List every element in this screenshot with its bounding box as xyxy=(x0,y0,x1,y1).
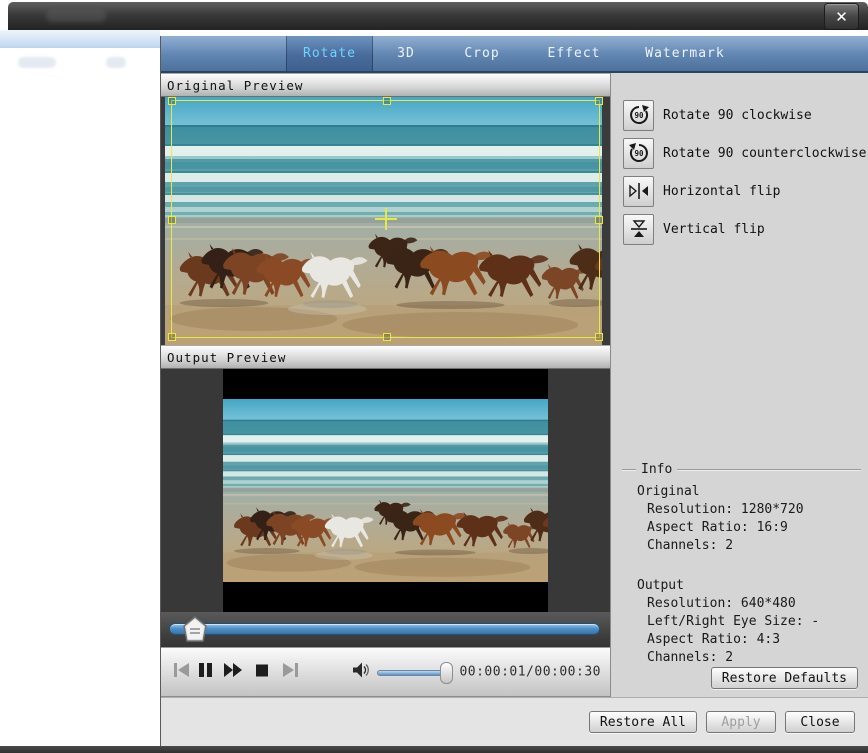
window-bottom-edge xyxy=(0,746,868,753)
crop-center-crosshair xyxy=(385,208,387,230)
seek-handle[interactable] xyxy=(182,616,208,647)
fast-forward-icon[interactable] xyxy=(223,662,243,682)
info-output-heading: Output xyxy=(611,577,868,595)
player-controls: 00:00:01/00:00:30 xyxy=(161,647,610,697)
original-preview-area xyxy=(161,97,610,345)
rotate-clockwise-icon[interactable]: 90 xyxy=(623,100,654,131)
original-preview-header: Original Preview xyxy=(161,73,610,97)
vertical-flip-label: Vertical flip xyxy=(663,222,765,237)
tab-effect[interactable]: Effect xyxy=(525,36,623,71)
rotate-counterclockwise-icon[interactable]: 90 xyxy=(623,138,654,169)
speaker-icon[interactable] xyxy=(352,662,371,683)
tab-watermark[interactable]: Watermark xyxy=(623,36,747,71)
rotate-cw-label: Rotate 90 clockwise xyxy=(663,108,812,123)
rotate-ccw-row: 90 Rotate 90 counterclockwise xyxy=(611,134,868,172)
crop-selection-box[interactable] xyxy=(171,100,600,338)
background-window-content xyxy=(18,57,56,68)
background-window-content xyxy=(106,57,126,68)
background-window xyxy=(0,30,160,746)
volume-slider-handle[interactable] xyxy=(440,662,453,684)
screen: ✕ Rotate 3D Crop Effect Watermark Origin… xyxy=(0,0,868,753)
close-button[interactable]: Close xyxy=(785,711,855,733)
info-output-channels: Channels: 2 xyxy=(611,649,868,667)
info-original-aspect: Aspect Ratio: 16:9 xyxy=(611,519,868,537)
rotate-cw-row: 90 Rotate 90 clockwise xyxy=(611,96,868,134)
svg-text:90: 90 xyxy=(634,111,644,120)
background-window-toolbar xyxy=(0,30,160,48)
vertical-flip-icon[interactable] xyxy=(623,214,654,245)
seek-track[interactable] xyxy=(169,623,600,635)
crop-handle-se[interactable] xyxy=(595,333,603,341)
options-panel: 90 Rotate 90 clockwise 90 Rotate 90 coun… xyxy=(610,73,868,697)
crop-handle-w[interactable] xyxy=(168,216,176,224)
tab-crop[interactable]: Crop xyxy=(439,36,525,71)
info-output-aspect: Aspect Ratio: 4:3 xyxy=(611,631,868,649)
output-preview-video xyxy=(223,399,548,582)
horizontal-flip-label: Horizontal flip xyxy=(663,184,780,199)
edit-dialog: Rotate 3D Crop Effect Watermark Original… xyxy=(160,36,868,746)
crop-handle-sw[interactable] xyxy=(168,333,176,341)
info-legend-label: Info xyxy=(641,462,672,477)
skip-back-icon[interactable] xyxy=(173,662,190,682)
output-video-frame xyxy=(223,369,548,612)
playback-time: 00:00:01/00:00:30 xyxy=(459,665,601,680)
crop-handle-nw[interactable] xyxy=(168,97,176,105)
info-legend: Info xyxy=(622,462,861,477)
info-section: Info Original Resolution: 1280*720 Aspec… xyxy=(611,462,868,667)
crop-handle-n[interactable] xyxy=(383,97,391,105)
output-preview-title: Output Preview xyxy=(167,350,286,365)
horizontal-flip-icon[interactable] xyxy=(623,176,654,207)
svg-text:90: 90 xyxy=(634,149,644,158)
dialog-footer: Restore All Apply Close xyxy=(161,697,868,746)
skip-forward-icon[interactable] xyxy=(282,662,299,682)
original-preview-title: Original Preview xyxy=(167,78,303,93)
crop-handle-e[interactable] xyxy=(595,216,603,224)
info-output-eye-size: Left/Right Eye Size: - xyxy=(611,613,868,631)
tab-3d[interactable]: 3D xyxy=(373,36,439,71)
apply-button[interactable]: Apply xyxy=(706,711,776,733)
tab-rotate[interactable]: Rotate xyxy=(286,36,373,71)
window-titlebar: ✕ xyxy=(8,2,868,30)
restore-all-button[interactable]: Restore All xyxy=(589,711,697,733)
output-preview-area xyxy=(161,369,610,612)
seek-bar-area xyxy=(161,612,610,647)
vertical-flip-row: Vertical flip xyxy=(611,210,868,248)
stop-icon[interactable] xyxy=(255,663,269,682)
pause-icon[interactable] xyxy=(198,662,213,682)
info-original-heading: Original xyxy=(611,483,868,501)
output-preview-header: Output Preview xyxy=(161,345,610,369)
tab-bar: Rotate 3D Crop Effect Watermark xyxy=(161,36,868,73)
window-title-area xyxy=(46,9,106,22)
crop-handle-ne[interactable] xyxy=(595,97,603,105)
crop-handle-s[interactable] xyxy=(383,333,391,341)
preview-column: Original Preview xyxy=(161,73,610,697)
restore-defaults-button[interactable]: Restore Defaults xyxy=(711,667,858,689)
info-output-resolution: Resolution: 640*480 xyxy=(611,595,868,613)
rotate-ccw-label: Rotate 90 counterclockwise xyxy=(663,146,867,161)
info-original-resolution: Resolution: 1280*720 xyxy=(611,501,868,519)
info-original-channels: Channels: 2 xyxy=(611,537,868,555)
horizontal-flip-row: Horizontal flip xyxy=(611,172,868,210)
close-icon[interactable]: ✕ xyxy=(824,3,859,30)
